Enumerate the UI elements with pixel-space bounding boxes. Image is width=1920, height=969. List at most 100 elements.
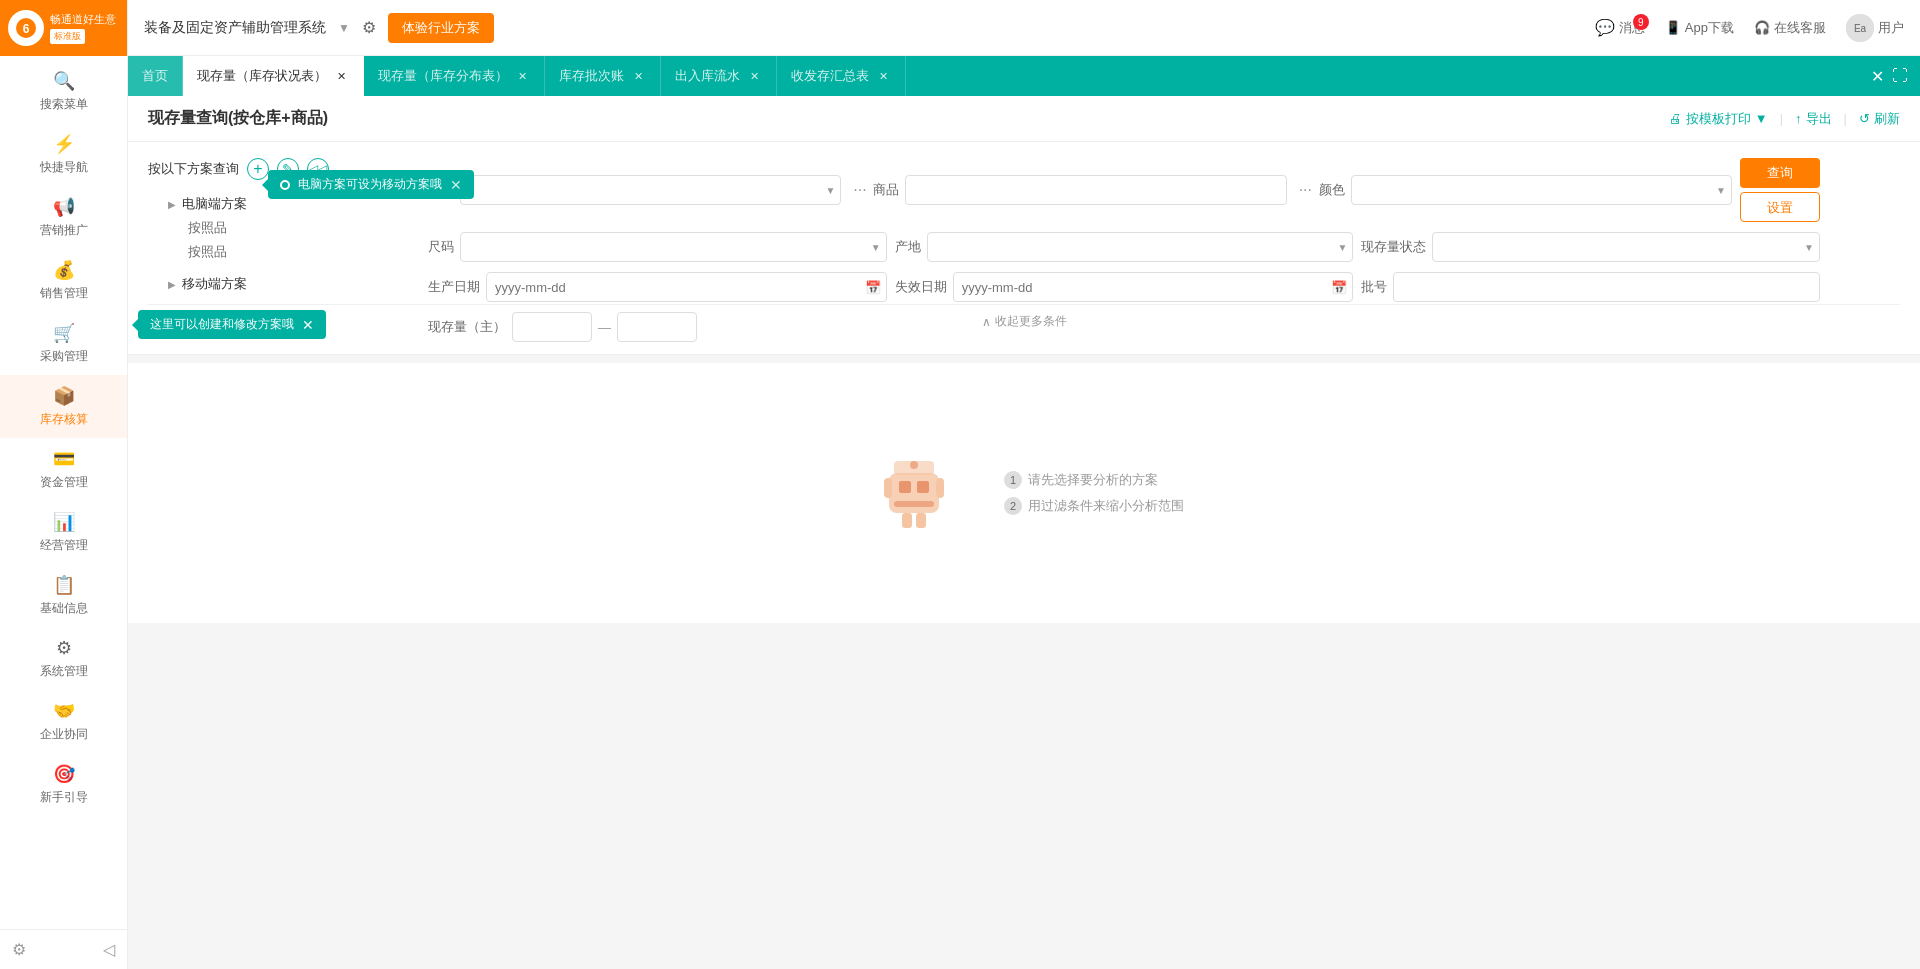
size-label: 尺码: [428, 238, 454, 256]
headset-icon: 🎧: [1754, 20, 1770, 35]
batch-label: 批号: [1361, 278, 1387, 296]
stock-max-input[interactable]: [617, 312, 697, 342]
tab-close-inventory-status[interactable]: ✕: [333, 68, 349, 84]
tabbar: 首页 现存量（库存状况表） ✕ 现存量（库存分布表） ✕ 库存批次账 ✕ 出入库…: [128, 56, 1920, 96]
svg-rect-8: [884, 478, 892, 498]
production-date-input[interactable]: [486, 272, 887, 302]
print-btn[interactable]: 🖨 按模板打印 ▼: [1669, 110, 1768, 128]
tab-inout-flow[interactable]: 出入库流水 ✕: [661, 56, 777, 96]
dot-indicator: [280, 180, 290, 190]
goods-input[interactable]: [905, 175, 1286, 205]
sidebar: 6 畅通道好生意 标准版 🔍 搜索菜单 ⚡ 快捷导航 📢 营销推广 💰 销售管理…: [0, 0, 128, 969]
refresh-btn[interactable]: ↺ 刷新: [1859, 110, 1900, 128]
goods-select-wrapper: [905, 175, 1286, 205]
search-area: 按以下方案查询 + ✎ ◁◁ 电脑方案可设为移动方案哦 ✕ ▶: [128, 142, 1920, 355]
tab-summary[interactable]: 收发存汇总表 ✕: [777, 56, 906, 96]
query-btn[interactable]: 查询: [1740, 158, 1820, 188]
print-dropdown-icon: ▼: [1755, 111, 1768, 126]
add-scheme-btn[interactable]: +: [247, 158, 269, 180]
batch-input[interactable]: [1393, 272, 1820, 302]
sidebar-item-nav[interactable]: ⚡ 快捷导航: [0, 123, 127, 186]
svg-rect-7: [894, 501, 934, 507]
topbar-settings-icon[interactable]: ⚙: [362, 18, 376, 37]
scheme-tooltip-text: 电脑方案可设为移动方案哦: [298, 176, 442, 193]
warehouse-field: 仓库 ▼: [428, 175, 841, 205]
svg-rect-5: [899, 481, 911, 493]
search-row-2: 尺码 ▼ 产地 ▼ 现存量状态: [428, 232, 1820, 262]
expiry-date-field: 失效日期 📅: [895, 272, 1354, 302]
search-row-1: 仓库 ▼ ··· 商品 ···: [428, 158, 1820, 222]
color-select[interactable]: [1351, 175, 1732, 205]
scheme-sub-item-2-label: 按照品: [188, 243, 227, 261]
sidebar-nav: 🔍 搜索菜单 ⚡ 快捷导航 📢 营销推广 💰 销售管理 🛒 采购管理 📦 库存核…: [0, 56, 127, 929]
sidebar-item-management[interactable]: 📊 经营管理: [0, 501, 127, 564]
tab-inventory-status[interactable]: 现存量（库存状况表） ✕: [183, 56, 364, 96]
tab-close-batch[interactable]: ✕: [630, 68, 646, 84]
scheme-mobile-label: 移动端方案: [182, 275, 247, 293]
settings-icon: ⚙: [56, 637, 72, 659]
notification-badge: 9: [1633, 14, 1649, 30]
notification-item[interactable]: 💬 消息 9: [1595, 18, 1645, 37]
app-download-item[interactable]: 📱 App下载: [1665, 19, 1734, 37]
empty-tip-2: 2 用过滤条件来缩小分析范围: [1004, 497, 1184, 515]
sidebar-item-sales[interactable]: 💰 销售管理: [0, 249, 127, 312]
goods-dots[interactable]: ···: [1295, 181, 1311, 199]
origin-select[interactable]: [927, 232, 1354, 262]
expiry-date-input[interactable]: [953, 272, 1354, 302]
user-item[interactable]: Ea 用户: [1846, 14, 1904, 42]
stock-main-field: 现存量（主） —: [428, 312, 697, 342]
sidebar-item-purchase[interactable]: 🛒 采购管理: [0, 312, 127, 375]
tab-close-all-icon[interactable]: ✕: [1871, 67, 1884, 86]
sidebar-item-finance[interactable]: 💳 资金管理: [0, 438, 127, 501]
tab-close-inout[interactable]: ✕: [746, 68, 762, 84]
user-label: 用户: [1878, 19, 1904, 37]
scheme-tooltip-popup: 电脑方案可设为移动方案哦 ✕: [268, 170, 474, 199]
warehouse-select-wrapper: ▼: [460, 175, 841, 205]
stock-status-select[interactable]: [1432, 232, 1820, 262]
stock-min-input[interactable]: [512, 312, 592, 342]
warehouse-dots[interactable]: ···: [849, 181, 865, 199]
svg-point-13: [910, 461, 918, 469]
origin-label: 产地: [895, 238, 921, 256]
scheme-desktop-label: 电脑端方案: [182, 195, 247, 213]
edit-tooltip-text: 这里可以创建和修改方案哦: [150, 316, 294, 333]
sidebar-item-cooperation[interactable]: 🤝 企业协同: [0, 690, 127, 753]
sidebar-item-search[interactable]: 🔍 搜索菜单: [0, 60, 127, 123]
warehouse-select[interactable]: [460, 175, 841, 205]
edit-tooltip-close-btn[interactable]: ✕: [302, 317, 314, 333]
sidebar-item-guide[interactable]: 🎯 新手引导: [0, 753, 127, 816]
industry-btn[interactable]: 体验行业方案: [388, 13, 494, 43]
tab-home[interactable]: 首页: [128, 56, 183, 96]
empty-tip-1: 1 请先选择要分析的方案: [1004, 471, 1184, 489]
scheme-tooltip-close-btn[interactable]: ✕: [450, 177, 462, 193]
color-field: 颜色 ▼: [1319, 175, 1732, 205]
expiry-date-label: 失效日期: [895, 278, 947, 296]
tab-fullscreen-icon[interactable]: ⛶: [1892, 67, 1908, 85]
sidebar-item-marketing[interactable]: 📢 营销推广: [0, 186, 127, 249]
svg-rect-9: [936, 478, 944, 498]
size-select[interactable]: [460, 232, 887, 262]
tab-close-summary[interactable]: ✕: [875, 68, 891, 84]
tab-inventory-dist[interactable]: 现存量（库存分布表） ✕: [364, 56, 545, 96]
export-btn[interactable]: ↑ 导出: [1795, 110, 1832, 128]
reset-btn[interactable]: 设置: [1740, 192, 1820, 222]
tab-batch-account[interactable]: 库存批次账 ✕: [545, 56, 661, 96]
handshake-icon: 🤝: [53, 700, 75, 722]
collapse-sidebar-icon[interactable]: ◁: [103, 940, 115, 959]
divider2: |: [1844, 111, 1847, 126]
svg-text:Ea: Ea: [1854, 23, 1867, 34]
lightning-icon: ⚡: [53, 133, 75, 155]
box-icon: 📦: [53, 385, 75, 407]
settings-bottom-icon[interactable]: ⚙: [12, 940, 26, 959]
svg-text:6: 6: [23, 22, 30, 36]
production-date-calendar-icon: 📅: [865, 280, 881, 295]
page-header: 现存量查询(按仓库+商品) 🖨 按模板打印 ▼ | ↑ 导出 | ↺ 刷新: [128, 96, 1920, 142]
expiry-date-calendar-icon: 📅: [1331, 280, 1347, 295]
sidebar-item-basic[interactable]: 📋 基础信息: [0, 564, 127, 627]
sidebar-item-inventory[interactable]: 📦 库存核算: [0, 375, 127, 438]
tab-close-inventory-dist[interactable]: ✕: [514, 68, 530, 84]
sidebar-item-system[interactable]: ⚙ 系统管理: [0, 627, 127, 690]
online-service-item[interactable]: 🎧 在线客服: [1754, 19, 1826, 37]
system-dropdown-icon[interactable]: ▼: [338, 21, 350, 35]
tip-2-text: 用过滤条件来缩小分析范围: [1028, 497, 1184, 515]
